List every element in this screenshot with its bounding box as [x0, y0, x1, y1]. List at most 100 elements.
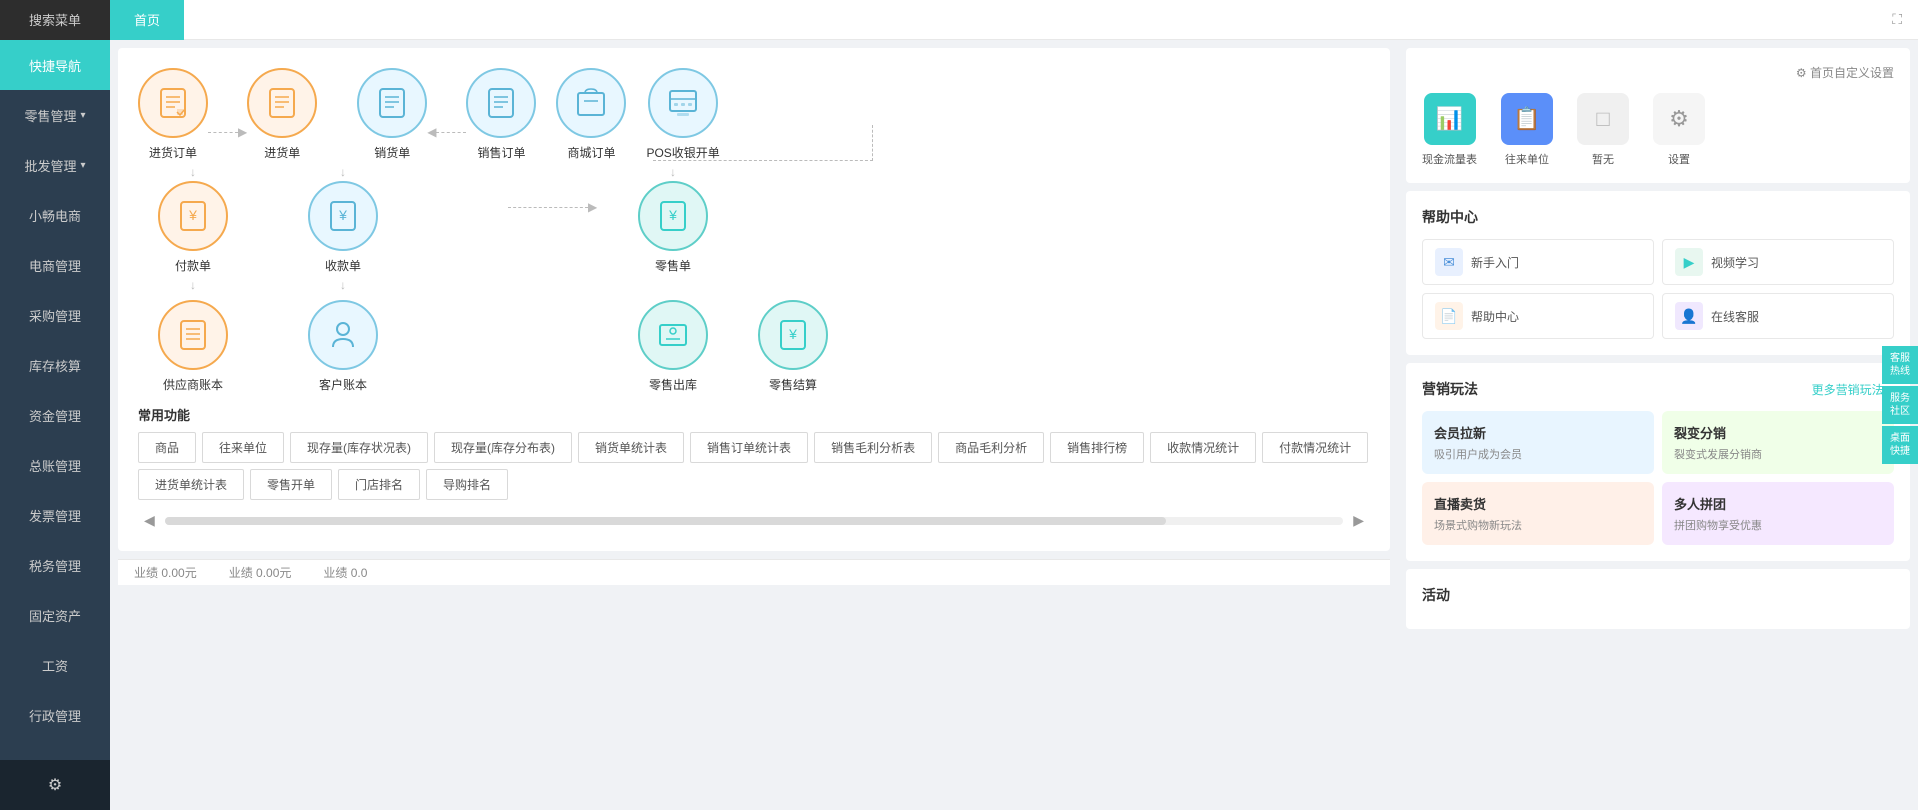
sidebar-item-label-5: 采购管理: [29, 306, 81, 325]
home-tab[interactable]: 首页: [110, 0, 184, 40]
nav-icon-label-0: 现金流量表: [1422, 151, 1477, 167]
scroll-track[interactable]: [165, 517, 1343, 525]
sidebar-item-label-11: 固定资产: [29, 606, 81, 625]
nav-icon-0: 📊: [1424, 93, 1476, 145]
sidebar-arrow-2: ▾: [80, 160, 85, 171]
flow-node-gys[interactable]: 供应商账本: [138, 300, 248, 393]
sidebar-item-label-10: 税务管理: [29, 556, 81, 575]
nav-icon-label-3: 设置: [1668, 151, 1690, 167]
float-btn-2[interactable]: 桌面快捷: [1882, 426, 1918, 464]
float-btn-1[interactable]: 服务社区: [1882, 386, 1918, 424]
sidebar-item-label-3: 小畅电商: [29, 206, 81, 225]
sidebar-item-9[interactable]: 发票管理: [0, 490, 110, 540]
float-buttons: 客服热线服务社区桌面快捷: [1882, 346, 1918, 464]
sidebar-item-label-2: 批发管理: [24, 156, 76, 175]
help-item-3[interactable]: 👤 在线客服: [1662, 293, 1894, 339]
common-functions-title: 常用功能: [138, 405, 1370, 424]
sidebar: 快捷导航零售管理▾ 批发管理 ▾ 小畅电商电商管理采购管理库存核算资金管理总账管理发票…: [0, 40, 110, 810]
help-item-1[interactable]: ▶视频学习: [1662, 239, 1894, 285]
scroll-left-icon[interactable]: ◀: [138, 510, 161, 531]
func-btn-10[interactable]: 付款情况统计: [1262, 432, 1368, 463]
func-btn-14[interactable]: 导购排名: [426, 469, 508, 500]
sidebar-item-1[interactable]: 零售管理▾: [0, 90, 110, 140]
func-btn-4[interactable]: 销货单统计表: [578, 432, 684, 463]
marketing-item-2[interactable]: 直播卖货场景式购物新玩法: [1422, 482, 1654, 545]
flow-label-gys: 供应商账本: [163, 376, 223, 393]
sidebar-item-0[interactable]: 快捷导航: [0, 40, 110, 90]
help-icon-0: ✉: [1435, 248, 1463, 276]
help-title: 帮助中心: [1422, 207, 1894, 227]
marketing-item-title-2: 直播卖货: [1434, 494, 1642, 513]
flow-label-kh: 客户账本: [319, 376, 367, 393]
flow-node-xh-dan[interactable]: 销货单: [357, 68, 427, 161]
sidebar-item-label-8: 总账管理: [29, 456, 81, 475]
sidebar-item-5[interactable]: 采购管理: [0, 290, 110, 340]
flow-node-sk-dan[interactable]: ¥ 收款单: [308, 181, 378, 274]
func-btn-11[interactable]: 进货单统计表: [138, 469, 244, 500]
help-item-label-1: 视频学习: [1711, 254, 1759, 271]
flow-node-jh-order[interactable]: 进货订单: [138, 68, 208, 161]
flow-node-ls-chk[interactable]: 零售出库: [618, 300, 728, 393]
sidebar-item-7[interactable]: 资金管理: [0, 390, 110, 440]
common-functions-grid: 商品往来单位现存量(库存状况表)现存量(库存分布表)销货单统计表销售订单统计表销…: [138, 432, 1370, 500]
sidebar-item-3[interactable]: 小畅电商: [0, 190, 110, 240]
func-btn-2[interactable]: 现存量(库存状况表): [290, 432, 428, 463]
svg-text:¥: ¥: [788, 326, 797, 342]
func-btn-0[interactable]: 商品: [138, 432, 196, 463]
marketing-item-desc-2: 场景式购物新玩法: [1434, 517, 1642, 533]
svg-text:¥: ¥: [668, 207, 677, 223]
func-btn-6[interactable]: 销售毛利分析表: [814, 432, 932, 463]
flow-node-fk-dan[interactable]: ¥ 付款单: [158, 181, 228, 274]
marketing-item-3[interactable]: 多人拼团拼团购物享受优惠: [1662, 482, 1894, 545]
flow-node-ls-js[interactable]: ¥ 零售结算: [738, 300, 848, 393]
sidebar-item-8[interactable]: 总账管理: [0, 440, 110, 490]
sidebar-item-11[interactable]: 固定资产: [0, 590, 110, 640]
func-btn-5[interactable]: 销售订单统计表: [690, 432, 808, 463]
scroll-bar[interactable]: ◀ ▶: [138, 510, 1370, 531]
quick-nav-item-1[interactable]: 📋往来单位: [1501, 93, 1553, 167]
marketing-item-title-1: 裂变分销: [1674, 423, 1882, 442]
func-btn-7[interactable]: 商品毛利分析: [938, 432, 1044, 463]
func-btn-1[interactable]: 往来单位: [202, 432, 284, 463]
func-btn-8[interactable]: 销售排行榜: [1050, 432, 1144, 463]
sidebar-item-6[interactable]: 库存核算: [0, 340, 110, 390]
marketing-item-desc-0: 吸引用户成为会员: [1434, 446, 1642, 462]
flow-node-jh-dan[interactable]: 进货单: [247, 68, 317, 161]
float-btn-0[interactable]: 客服热线: [1882, 346, 1918, 384]
sidebar-item-4[interactable]: 电商管理: [0, 240, 110, 290]
sidebar-item-13[interactable]: 行政管理: [0, 690, 110, 740]
flow-label-ls-chk: 零售出库: [649, 376, 697, 393]
help-item-2[interactable]: 📄帮助中心: [1422, 293, 1654, 339]
quick-nav-item-0[interactable]: 📊 现金流量表: [1422, 93, 1477, 167]
quick-nav-item-2[interactable]: □暂无: [1577, 93, 1629, 167]
func-btn-12[interactable]: 零售开单: [250, 469, 332, 500]
sidebar-item-label-6: 库存核算: [29, 356, 81, 375]
quick-nav-item-3[interactable]: ⚙设置: [1653, 93, 1705, 167]
scroll-right-icon[interactable]: ▶: [1347, 510, 1370, 531]
search-menu-button[interactable]: 搜索菜单: [0, 0, 110, 40]
nav-icon-label-1: 往来单位: [1505, 151, 1549, 167]
scroll-thumb[interactable]: [165, 517, 1167, 525]
help-item-0[interactable]: ✉新手入门: [1422, 239, 1654, 285]
sidebar-item-12[interactable]: 工资: [0, 640, 110, 690]
flow-node-sc-order[interactable]: 商城订单: [556, 68, 626, 161]
flow-node-kh[interactable]: 客户账本: [288, 300, 398, 393]
marketing-item-0[interactable]: 会员拉新吸引用户成为会员: [1422, 411, 1654, 474]
sidebar-item-label-1: 零售管理: [24, 106, 76, 125]
help-icon-3: 👤: [1675, 302, 1703, 330]
marketing-item-1[interactable]: 裂变分销裂变式发展分销商: [1662, 411, 1894, 474]
flow-label-jh-dan: 进货单: [264, 144, 300, 161]
func-btn-13[interactable]: 门店排名: [338, 469, 420, 500]
sidebar-item-10[interactable]: 税务管理: [0, 540, 110, 590]
sidebar-item-2[interactable]: 批发管理 ▾: [0, 140, 110, 190]
flow-node-xs-order[interactable]: 销售订单: [466, 68, 536, 161]
flow-node-ls-dan[interactable]: ¥ 零售单: [638, 181, 708, 274]
sidebar-settings-button[interactable]: ⚙: [0, 760, 110, 810]
quick-nav-settings-label[interactable]: ⚙ 首页自定义设置: [1796, 64, 1894, 81]
help-item-label-3: 在线客服: [1711, 308, 1759, 325]
expand-icon[interactable]: ⛶: [1892, 11, 1902, 27]
flow-label-fk-dan: 付款单: [175, 257, 211, 274]
bottom-values: 业绩 0.00元 业绩 0.00元 业绩 0.0: [118, 559, 1390, 585]
func-btn-9[interactable]: 收款情况统计: [1150, 432, 1256, 463]
func-btn-3[interactable]: 现存量(库存分布表): [434, 432, 572, 463]
